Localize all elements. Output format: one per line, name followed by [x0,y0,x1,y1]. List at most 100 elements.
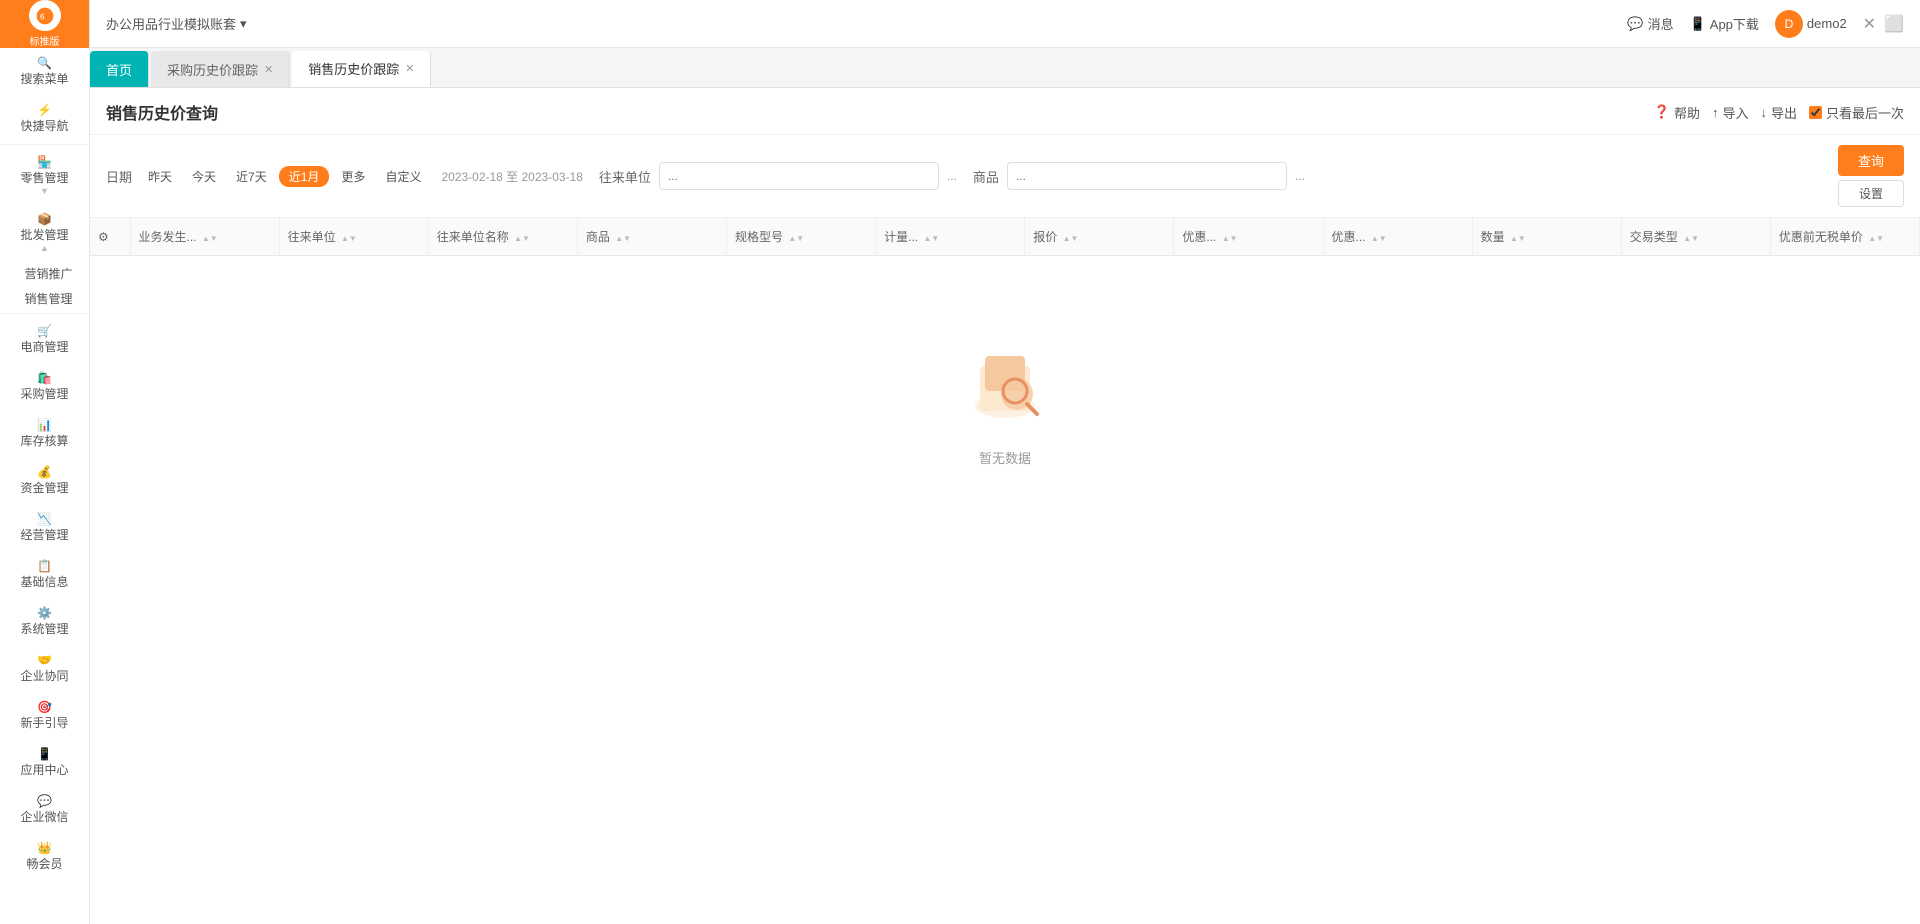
help-label: 帮助 [1674,103,1700,122]
sidebar-item-marketing[interactable]: 营销推广 [8,261,89,286]
col-quoted-price-sort[interactable]: ▲▼ [1063,234,1079,243]
table-container: ⚙ 业务发生... ▲▼ 往来单位 ▲▼ 往来单位名称 ▲▼ [90,218,1920,924]
message-label: 消息 [1648,14,1674,33]
import-action[interactable]: ↑ 导入 [1712,103,1749,122]
col-product-sort[interactable]: ▲▼ [615,234,631,243]
date-btn-yesterday[interactable]: 昨天 [140,166,180,187]
sidebar-item-enterprise-wechat[interactable]: 💬 企业微信 [0,786,89,833]
date-btn-1month[interactable]: 近1月 [279,166,330,187]
sidebar-item-search-menu[interactable]: 🔍 搜索菜单 [0,48,89,95]
col-quoted-price-label: 报价 [1033,230,1057,244]
svg-text:6: 6 [40,11,45,21]
date-btn-today[interactable]: 今天 [184,166,224,187]
col-discount2: 优惠... ▲▼ [1323,218,1472,256]
product-more-icon[interactable]: ... [1295,169,1305,183]
import-icon: ↑ [1712,105,1719,120]
col-trade-type: 交易类型 ▲▼ [1621,218,1770,256]
maximize-window-btn[interactable]: ⬜ [1884,14,1904,34]
sidebar-item-ops-mgmt[interactable]: 📉 经营管理 [0,504,89,551]
download-icon: 📱 [1690,16,1706,32]
sidebar-item-system-mgmt[interactable]: ⚙️ 系统管理 [0,598,89,645]
partner-filter-input[interactable] [659,162,939,190]
sidebar-item-wholesale-mgmt-label: 批发管理 [20,226,68,243]
col-settings: ⚙ [90,218,130,256]
tab-home[interactable]: 首页 [90,51,149,87]
app-download-action[interactable]: 📱 App下载 [1690,14,1759,33]
tab-sales-history[interactable]: 销售历史价跟踪 ✕ [292,51,431,87]
inventory-icon: 📊 [37,418,52,432]
sidebar-item-ops-mgmt-label: 经营管理 [20,526,68,543]
sidebar-item-quick-nav[interactable]: ⚡ 快捷导航 [0,95,89,142]
col-partner-name-sort[interactable]: ▲▼ [514,234,530,243]
export-action[interactable]: ↓ 导出 [1760,103,1797,122]
date-btn-7days[interactable]: 近7天 [228,166,275,187]
tab-purchase-history-close[interactable]: ✕ [264,63,273,76]
sidebar-item-ecom-mgmt[interactable]: 🛒 电商管理 [0,316,89,363]
sidebar-item-app-center-label: 应用中心 [20,761,68,778]
window-controls: ✕ ⬜ [1863,14,1904,34]
gear-icon[interactable]: ⚙ [98,230,109,244]
col-discount1-sort[interactable]: ▲▼ [1222,234,1238,243]
col-discount2-sort[interactable]: ▲▼ [1371,234,1387,243]
col-trade-type-sort[interactable]: ▲▼ [1683,234,1699,243]
query-button[interactable]: 查询 [1838,145,1904,176]
date-btn-more[interactable]: 更多 [333,166,373,187]
col-pre-tax-price: 优惠前无税单价 ▲▼ [1770,218,1919,256]
sidebar-item-enterprise-label: 企业协同 [20,667,68,684]
col-biz-date: 业务发生... ▲▼ [130,218,279,256]
user-profile[interactable]: D demo2 [1775,10,1847,38]
sidebar-item-wholesale-mgmt[interactable]: 📦 批发管理 ▲ [0,204,89,261]
close-window-btn[interactable]: ✕ [1863,14,1876,34]
table-header-row: ⚙ 业务发生... ▲▼ 往来单位 ▲▼ 往来单位名称 ▲▼ [90,218,1920,256]
sidebar-item-marketing-label: 营销推广 [24,265,72,282]
tab-purchase-history[interactable]: 采购历史价跟踪 ✕ [151,51,290,87]
message-action[interactable]: 💬 消息 [1627,14,1673,33]
tab-sales-history-close[interactable]: ✕ [405,62,414,75]
sidebar-item-inventory[interactable]: 📊 库存核算 [0,410,89,457]
product-filter-input[interactable] [1007,162,1287,190]
sidebar-item-enterprise[interactable]: 🤝 企业协同 [0,645,89,692]
purchase-mgmt-icon: 🛍️ [37,371,52,385]
help-action[interactable]: ❓ 帮助 [1654,103,1700,122]
basic-info-icon: 📋 [37,559,52,573]
sidebar-item-retail-mgmt-label: 零售管理 [20,169,68,186]
sidebar-item-app-center[interactable]: 📱 应用中心 [0,739,89,786]
date-filter-label: 日期 [106,167,132,186]
tab-purchase-history-label: 采购历史价跟踪 [167,60,258,79]
export-icon: ↓ [1760,105,1767,120]
only-last-checkbox[interactable] [1809,106,1822,119]
col-product: 商品 ▲▼ [577,218,726,256]
col-partner-code-sort[interactable]: ▲▼ [341,234,357,243]
sidebar: 6 标推版 🔍 搜索菜单 ⚡ 快捷导航 🏪 零售管理 ▼ 📦 批发管理 ▲ 营销… [0,0,90,924]
dropdown-icon: ▾ [240,16,247,32]
sidebar-item-sales-mgmt[interactable]: 销售管理 [8,286,89,311]
sidebar-item-enterprise-wechat-label: 企业微信 [20,808,68,825]
sidebar-item-new-guide[interactable]: 🎯 新手引导 [0,692,89,739]
settings-button[interactable]: 设置 [1838,180,1904,207]
partner-more-icon[interactable]: ... [947,169,957,183]
col-biz-date-sort[interactable]: ▲▼ [202,234,218,243]
sidebar-item-system-mgmt-label: 系统管理 [20,620,68,637]
col-pre-tax-price-sort[interactable]: ▲▼ [1868,234,1884,243]
query-settings-group: 查询 设置 [1838,145,1904,207]
app-selector[interactable]: 办公用品行业模拟账套 ▾ [106,14,247,33]
col-spec-sort[interactable]: ▲▼ [788,234,804,243]
sidebar-item-sales-mgmt-label: 销售管理 [24,290,72,307]
main-area: 办公用品行业模拟账套 ▾ 💬 消息 📱 App下载 D demo2 ✕ ⬜ [90,0,1920,924]
search-menu-icon: 🔍 [37,56,52,70]
sidebar-item-finance-mgmt[interactable]: 💰 资金管理 [0,457,89,504]
col-partner-code-label: 往来单位 [288,230,336,244]
app-center-icon: 📱 [37,747,52,761]
partner-filter-group: 往来单位 ... [599,162,957,190]
date-btn-custom[interactable]: 自定义 [377,166,429,187]
sidebar-item-basic-info[interactable]: 📋 基础信息 [0,551,89,598]
tab-sales-history-label: 销售历史价跟踪 [308,59,399,78]
col-quantity-sort[interactable]: ▲▼ [1510,234,1526,243]
col-quantity-label: 数量 [1481,230,1505,244]
avatar: D [1775,10,1803,38]
col-unit-sort[interactable]: ▲▼ [923,234,939,243]
sidebar-item-member[interactable]: 👑 畅会员 [0,833,89,880]
sidebar-item-retail-mgmt[interactable]: 🏪 零售管理 ▼ [0,147,89,204]
col-pre-tax-price-label: 优惠前无税单价 [1779,230,1863,244]
sidebar-item-purchase-mgmt[interactable]: 🛍️ 采购管理 [0,363,89,410]
